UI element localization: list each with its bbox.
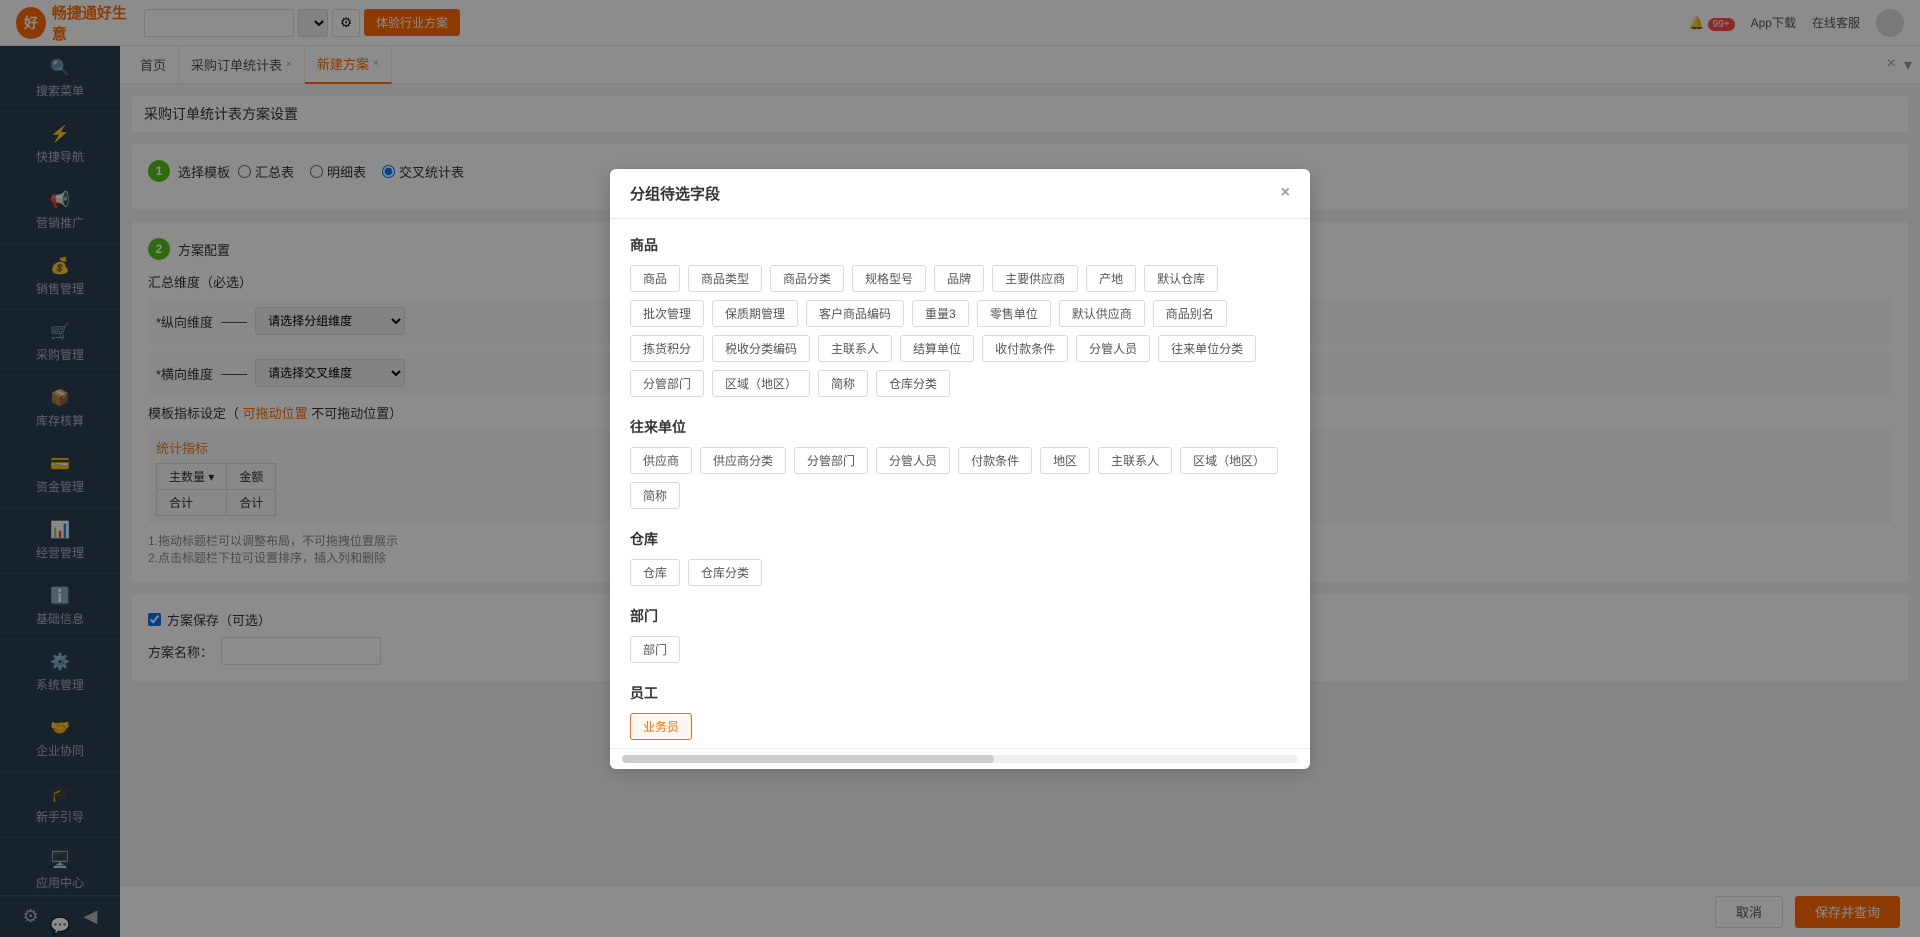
field-dept[interactable]: 分管部门 [794, 447, 868, 474]
dialog-title: 分组待选字段 [630, 183, 720, 204]
field-brand[interactable]: 品牌 [934, 265, 984, 292]
field-goods-type[interactable]: 商品类型 [688, 265, 762, 292]
field-goods[interactable]: 商品 [630, 265, 680, 292]
field-retail-unit[interactable]: 零售单位 [977, 300, 1051, 327]
field-trading-category[interactable]: 往来单位分类 [1158, 335, 1256, 362]
field-payment-terms[interactable]: 收付款条件 [982, 335, 1068, 362]
dialog-close-button[interactable]: × [1281, 184, 1290, 202]
section-goods: 商品 商品 商品类型 商品分类 规格型号 品牌 主要供应商 产地 默认仓库 批次… [630, 235, 1290, 397]
field-region[interactable]: 区域（地区） [712, 370, 810, 397]
field-main-contact-t[interactable]: 主联系人 [1098, 447, 1172, 474]
field-quality-manage[interactable]: 保质期管理 [712, 300, 798, 327]
field-goods-alias[interactable]: 商品别名 [1153, 300, 1227, 327]
field-batch-manage[interactable]: 批次管理 [630, 300, 704, 327]
field-warehouse[interactable]: 仓库 [630, 559, 680, 586]
field-warehouse-cat[interactable]: 仓库分类 [688, 559, 762, 586]
section-warehouse: 仓库 仓库 仓库分类 [630, 529, 1290, 586]
field-supplier[interactable]: 供应商 [630, 447, 692, 474]
dialog-scrollbar-h[interactable] [610, 748, 1310, 769]
dialog-body[interactable]: 商品 商品 商品类型 商品分类 规格型号 品牌 主要供应商 产地 默认仓库 批次… [610, 219, 1310, 748]
field-spec-model[interactable]: 规格型号 [852, 265, 926, 292]
field-weight3[interactable]: 重量3 [912, 300, 969, 327]
field-warehouse-category[interactable]: 仓库分类 [876, 370, 950, 397]
section-goods-fields: 商品 商品类型 商品分类 规格型号 品牌 主要供应商 产地 默认仓库 批次管理 … [630, 265, 1290, 397]
field-pick-points[interactable]: 拣货积分 [630, 335, 704, 362]
field-salesperson[interactable]: 业务员 [630, 713, 692, 740]
section-trading-fields: 供应商 供应商分类 分管部门 分管人员 付款条件 地区 主联系人 区域（地区） … [630, 447, 1290, 509]
field-supervise-dept[interactable]: 分管部门 [630, 370, 704, 397]
section-department-title: 部门 [630, 606, 1290, 626]
field-main-supplier[interactable]: 主要供应商 [992, 265, 1078, 292]
field-supplier-category[interactable]: 供应商分类 [700, 447, 786, 474]
scroll-thumb-h [622, 755, 994, 763]
field-customer-code[interactable]: 客户商品编码 [806, 300, 904, 327]
field-short-t[interactable]: 简称 [630, 482, 680, 509]
field-area[interactable]: 地区 [1040, 447, 1090, 474]
field-tax-code[interactable]: 税收分类编码 [712, 335, 810, 362]
dialog-overlay: 分组待选字段 × 商品 商品 商品类型 商品分类 规格型号 品牌 主要供应商 产… [0, 0, 1920, 937]
dialog-header: 分组待选字段 × [610, 169, 1310, 219]
section-trading-title: 往来单位 [630, 417, 1290, 437]
field-select-dialog: 分组待选字段 × 商品 商品 商品类型 商品分类 规格型号 品牌 主要供应商 产… [610, 169, 1310, 769]
field-pay-terms[interactable]: 付款条件 [958, 447, 1032, 474]
field-dept-d[interactable]: 部门 [630, 636, 680, 663]
section-department: 部门 部门 [630, 606, 1290, 663]
field-settlement-unit[interactable]: 结算单位 [900, 335, 974, 362]
field-person[interactable]: 分管人员 [876, 447, 950, 474]
field-default-supplier[interactable]: 默认供应商 [1059, 300, 1145, 327]
section-trading: 往来单位 供应商 供应商分类 分管部门 分管人员 付款条件 地区 主联系人 区域… [630, 417, 1290, 509]
section-employee-fields: 业务员 [630, 713, 1290, 740]
field-short-name[interactable]: 简称 [818, 370, 868, 397]
section-employee: 员工 业务员 [630, 683, 1290, 740]
field-origin[interactable]: 产地 [1086, 265, 1136, 292]
section-warehouse-fields: 仓库 仓库分类 [630, 559, 1290, 586]
field-main-contact[interactable]: 主联系人 [818, 335, 892, 362]
field-default-warehouse[interactable]: 默认仓库 [1144, 265, 1218, 292]
section-department-fields: 部门 [630, 636, 1290, 663]
section-warehouse-title: 仓库 [630, 529, 1290, 549]
field-goods-category[interactable]: 商品分类 [770, 265, 844, 292]
field-region-t[interactable]: 区域（地区） [1180, 447, 1278, 474]
field-supervise-person[interactable]: 分管人员 [1076, 335, 1150, 362]
scroll-track-h [622, 755, 1298, 763]
section-employee-title: 员工 [630, 683, 1290, 703]
section-goods-title: 商品 [630, 235, 1290, 255]
